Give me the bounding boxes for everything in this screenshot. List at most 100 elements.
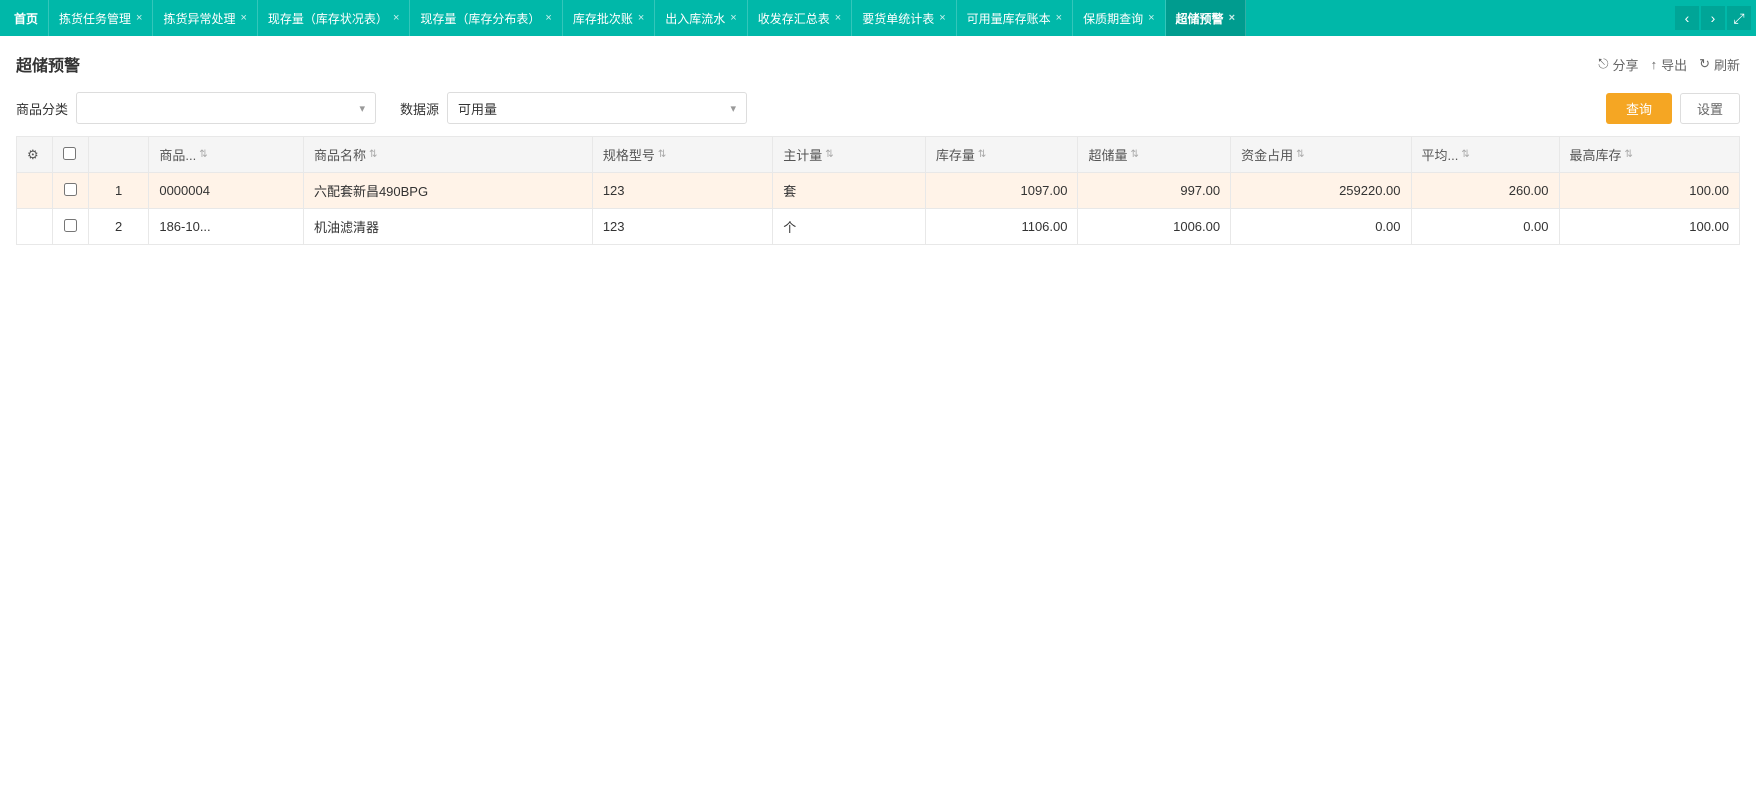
td-code: 0000004 [149, 173, 304, 209]
nav-expand[interactable]: ⤢ [1727, 6, 1751, 30]
td-num: 1 [89, 173, 149, 209]
close-icon[interactable]: × [545, 12, 551, 24]
th-avg[interactable]: 平均... ⇅ [1411, 137, 1559, 173]
nav-tab-1[interactable]: 拣货任务管理 × [49, 0, 153, 36]
close-icon[interactable]: × [240, 12, 246, 24]
share-button[interactable]: ⎋ 分享 [1598, 55, 1638, 74]
datasource-label: 数据源 [400, 99, 439, 118]
td-avg: 0.00 [1411, 209, 1559, 245]
row-checkbox[interactable] [64, 219, 77, 232]
table-header-row: ⚙ 商品... ⇅ 商品名称 ⇅ [17, 137, 1740, 173]
refresh-button[interactable]: ↻ 刷新 [1699, 55, 1740, 74]
th-capital[interactable]: 资金占用 ⇅ [1231, 137, 1411, 173]
category-select[interactable]: ▾ [76, 92, 376, 124]
nav-tab-8[interactable]: 要货单统计表 × [852, 0, 956, 36]
query-button[interactable]: 查询 [1606, 93, 1672, 124]
th-unit[interactable]: 主计量 ⇅ [773, 137, 926, 173]
nav-arrows: ‹ › ⤢ [1674, 6, 1752, 30]
th-stock-label: 库存量 [936, 145, 975, 164]
filter-buttons: 查询 设置 [1606, 93, 1740, 124]
nav-tab-6[interactable]: 出入库流水 × [655, 0, 747, 36]
td-capital: 259220.00 [1231, 173, 1411, 209]
export-icon: ↑ [1651, 57, 1658, 72]
nav-tab-10[interactable]: 保质期查询 × [1073, 0, 1165, 36]
th-spec[interactable]: 规格型号 ⇅ [592, 137, 772, 173]
export-button[interactable]: ↑ 导出 [1651, 55, 1688, 74]
td-name: 机油滤清器 [303, 209, 592, 245]
nav-tab-5[interactable]: 库存批次账 × [563, 0, 655, 36]
page-title: 超储预警 [16, 52, 80, 76]
nav-tab-3[interactable]: 现存量（库存状况表） × [258, 0, 410, 36]
header-actions: ⎋ 分享 ↑ 导出 ↻ 刷新 [1598, 55, 1740, 74]
th-max-label: 最高库存 [1570, 145, 1622, 164]
th-name-label: 商品名称 [314, 145, 366, 164]
close-icon[interactable]: × [1229, 12, 1235, 24]
th-unit-label: 主计量 [783, 145, 822, 164]
td-name: 六配套新昌490BPG [303, 173, 592, 209]
nav-tab-4[interactable]: 现存量（库存分布表） × [410, 0, 562, 36]
sort-icon: ⇅ [1296, 149, 1304, 160]
sort-icon: ⇅ [978, 149, 986, 160]
td-capital: 0.00 [1231, 209, 1411, 245]
td-check[interactable] [53, 209, 89, 245]
sort-icon: ⇅ [1625, 149, 1633, 160]
nav-arrow-left[interactable]: ‹ [1675, 6, 1699, 30]
close-icon[interactable]: × [393, 12, 399, 24]
close-icon[interactable]: × [136, 12, 142, 24]
datasource-select[interactable]: 可用量 ▾ [447, 92, 747, 124]
page-header: 超储预警 ⎋ 分享 ↑ 导出 ↻ 刷新 [16, 52, 1740, 76]
nav-tab-7[interactable]: 收发存汇总表 × [748, 0, 852, 36]
close-icon[interactable]: × [835, 12, 841, 24]
th-check[interactable] [53, 137, 89, 173]
sort-icon: ⇅ [369, 149, 377, 160]
select-all-checkbox[interactable] [63, 147, 76, 160]
datasource-filter: 数据源 可用量 ▾ [400, 92, 747, 124]
filter-row: 商品分类 ▾ 数据源 可用量 ▾ 查询 设置 [16, 92, 1740, 124]
th-gear[interactable]: ⚙ [17, 137, 53, 173]
category-filter: 商品分类 ▾ [16, 92, 376, 124]
chevron-down-icon: ▾ [359, 102, 365, 115]
th-code-label: 商品... [159, 145, 196, 164]
th-max[interactable]: 最高库存 ⇅ [1559, 137, 1740, 173]
td-check[interactable] [53, 173, 89, 209]
sort-icon: ⇅ [1131, 149, 1139, 160]
gear-icon[interactable]: ⚙ [27, 147, 39, 162]
td-spec: 123 [592, 209, 772, 245]
nav-tab-9[interactable]: 可用量库存账本 × [957, 0, 1073, 36]
td-gear [17, 173, 53, 209]
th-capital-label: 资金占用 [1241, 145, 1293, 164]
category-label: 商品分类 [16, 99, 68, 118]
data-table: ⚙ 商品... ⇅ 商品名称 ⇅ [16, 136, 1740, 245]
table-row[interactable]: 2 186-10... 机油滤清器 123 个 1106.00 1006.00 … [17, 209, 1740, 245]
td-gear [17, 209, 53, 245]
sort-icon: ⇅ [1461, 149, 1469, 160]
td-max: 100.00 [1559, 173, 1740, 209]
nav-arrow-right[interactable]: › [1701, 6, 1725, 30]
close-icon[interactable]: × [1056, 12, 1062, 24]
close-icon[interactable]: × [939, 12, 945, 24]
close-icon[interactable]: × [1148, 12, 1154, 24]
row-checkbox[interactable] [64, 183, 77, 196]
top-nav: 首页 拣货任务管理 × 拣货异常处理 × 现存量（库存状况表） × 现存量（库存… [0, 0, 1756, 36]
sort-icon: ⇅ [199, 149, 207, 160]
th-over-label: 超储量 [1088, 145, 1127, 164]
nav-tab-11[interactable]: 超储预警 × [1166, 0, 1246, 36]
sort-icon: ⇅ [825, 149, 833, 160]
nav-tab-2[interactable]: 拣货异常处理 × [153, 0, 257, 36]
th-row-num [89, 137, 149, 173]
th-spec-label: 规格型号 [603, 145, 655, 164]
nav-home[interactable]: 首页 [4, 0, 49, 36]
th-stock[interactable]: 库存量 ⇅ [925, 137, 1078, 173]
sort-icon: ⇅ [658, 149, 666, 160]
settings-button[interactable]: 设置 [1680, 93, 1740, 124]
datasource-select-value: 可用量 [458, 99, 497, 118]
chevron-down-icon: ▾ [731, 102, 737, 115]
th-over[interactable]: 超储量 ⇅ [1078, 137, 1231, 173]
th-name[interactable]: 商品名称 ⇅ [303, 137, 592, 173]
th-code[interactable]: 商品... ⇅ [149, 137, 304, 173]
close-icon[interactable]: × [730, 12, 736, 24]
table-row[interactable]: 1 0000004 六配套新昌490BPG 123 套 1097.00 997.… [17, 173, 1740, 209]
td-over: 1006.00 [1078, 209, 1231, 245]
td-stock: 1097.00 [925, 173, 1078, 209]
close-icon[interactable]: × [638, 12, 644, 24]
